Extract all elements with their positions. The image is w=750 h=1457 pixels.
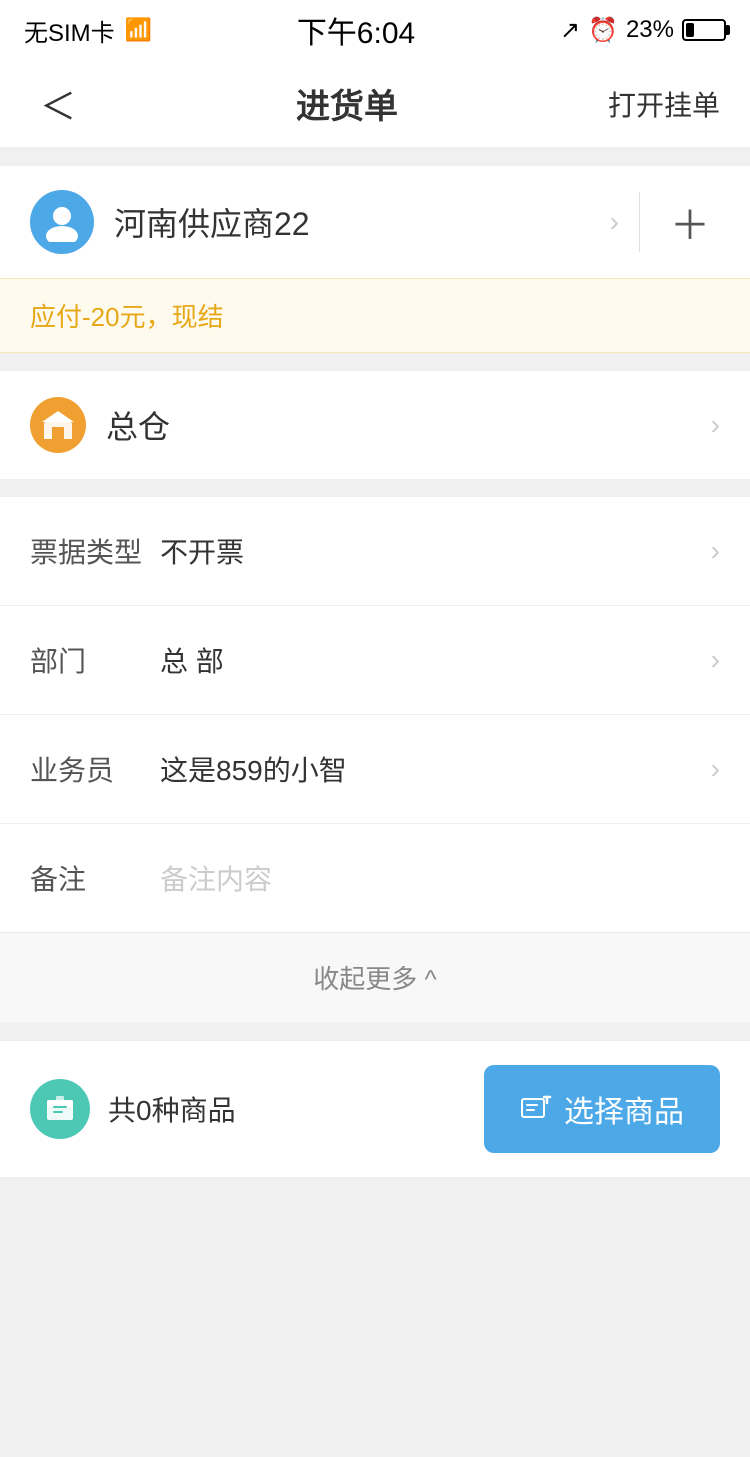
supplier-name: 河南供应商22: [114, 199, 610, 245]
supplier-row[interactable]: 河南供应商22 › ＋: [0, 166, 750, 278]
department-value: 总 部: [160, 640, 711, 680]
divider-vertical: [639, 192, 640, 252]
form-section: 票据类型 不开票 › 部门 总 部 › 业务员 这是859的小智 › 备注 备注…: [0, 497, 750, 1022]
open-pending-button[interactable]: 打开挂单: [608, 84, 720, 124]
status-bar: 无SIM卡 📶 下午6:04 ↗ ⏰ 23%: [0, 0, 750, 60]
notice-text: 应付-20元，现结: [30, 302, 224, 332]
notice-bar: 应付-20元，现结: [0, 278, 750, 353]
warehouse-section: 总仓 ›: [0, 371, 750, 479]
product-icon: [30, 1079, 90, 1139]
status-right: ↗ ⏰ 23%: [560, 16, 726, 45]
page-title: 进货单: [296, 79, 398, 128]
select-product-label: 选择商品: [564, 1087, 684, 1131]
remark-input[interactable]: 备注内容: [160, 858, 720, 898]
remark-row: 备注 备注内容: [0, 823, 750, 932]
location-icon: ↗: [560, 16, 580, 45]
carrier-text: 无SIM卡: [24, 13, 115, 48]
department-chevron-icon: ›: [711, 644, 720, 676]
back-button[interactable]: ＜: [30, 68, 86, 140]
salesperson-value: 这是859的小智: [160, 749, 711, 789]
select-product-button[interactable]: 选择商品: [484, 1065, 720, 1153]
collapse-button[interactable]: 收起更多 ^: [0, 932, 750, 1022]
battery-icon: [682, 19, 726, 41]
product-count-section: 共0种商品: [30, 1079, 236, 1139]
alarm-icon: ⏰: [588, 16, 618, 45]
invoice-type-row[interactable]: 票据类型 不开票 ›: [0, 497, 750, 605]
salesperson-row[interactable]: 业务员 这是859的小智 ›: [0, 714, 750, 823]
status-left: 无SIM卡 📶: [24, 13, 152, 48]
section-gap-1: [0, 148, 750, 166]
supplier-chevron-icon: ›: [610, 206, 619, 238]
warehouse-row[interactable]: 总仓 ›: [0, 371, 750, 479]
remark-label: 备注: [30, 858, 150, 898]
add-supplier-button[interactable]: ＋: [660, 193, 720, 251]
invoice-type-label: 票据类型: [30, 531, 150, 571]
section-gap-3: [0, 479, 750, 497]
battery-text: 23%: [626, 16, 674, 44]
collapse-label: 收起更多 ^: [313, 964, 436, 994]
supplier-section: 河南供应商22 › ＋ 应付-20元，现结: [0, 166, 750, 353]
department-row[interactable]: 部门 总 部 ›: [0, 605, 750, 714]
wifi-icon: 📶: [125, 17, 152, 43]
warehouse-chevron-icon: ›: [711, 409, 720, 441]
page-bottom: [0, 1177, 750, 1457]
warehouse-icon: [30, 397, 86, 453]
section-gap-2: [0, 353, 750, 371]
invoice-type-value: 不开票: [160, 531, 711, 571]
bottom-bar: 共0种商品 选择商品: [0, 1040, 750, 1177]
status-time: 下午6:04: [297, 8, 415, 52]
salesperson-label: 业务员: [30, 749, 150, 789]
salesperson-chevron-icon: ›: [711, 753, 720, 785]
supplier-avatar: [30, 190, 94, 254]
warehouse-name: 总仓: [106, 402, 711, 448]
nav-bar: ＜ 进货单 打开挂单: [0, 60, 750, 148]
product-count-text: 共0种商品: [108, 1089, 236, 1129]
department-label: 部门: [30, 640, 150, 680]
invoice-chevron-icon: ›: [711, 535, 720, 567]
